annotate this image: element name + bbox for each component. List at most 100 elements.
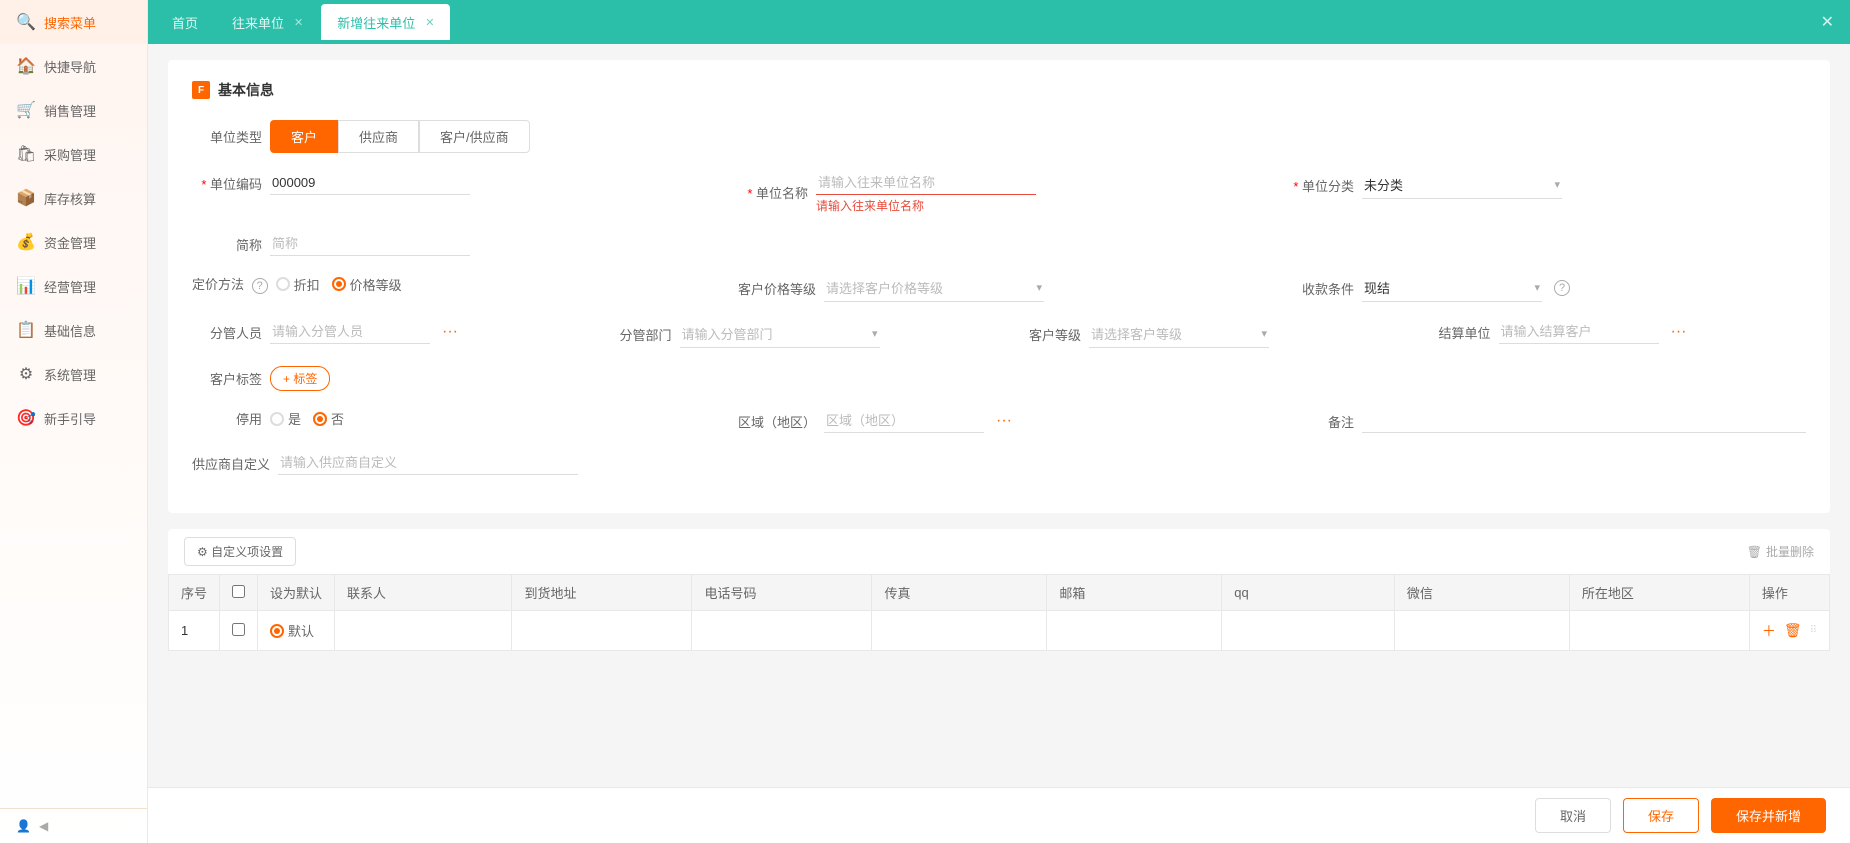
settlement-unit-input[interactable]	[1499, 320, 1659, 344]
department-field: 分管部门 请输入分管部门 ▾	[602, 320, 988, 348]
unit-type-both-btn[interactable]: 客户/供应商	[419, 120, 530, 153]
row-phone[interactable]	[692, 611, 872, 651]
email-input[interactable]	[1059, 619, 1209, 642]
region-input[interactable]	[824, 409, 984, 433]
qq-input[interactable]	[1234, 619, 1382, 642]
unit-code-input[interactable]	[270, 171, 470, 195]
sidebar-item-system[interactable]: ⚙ 系统管理	[0, 352, 147, 396]
select-all-checkbox[interactable]	[232, 585, 245, 598]
department-select[interactable]: 请输入分管部门 ▾	[680, 320, 880, 348]
row-drag-handle[interactable]: ⠿	[1810, 625, 1817, 636]
region-dots-btn[interactable]: ···	[992, 412, 1016, 430]
sidebar-item-search[interactable]: 🔍 搜索菜单	[0, 0, 147, 44]
unit-type-supplier-btn[interactable]: 供应商	[338, 120, 419, 153]
unit-name-error: 请输入往来单位名称	[816, 197, 1260, 214]
sidebar-bottom: 👤 ◀	[0, 808, 147, 843]
remarks-input[interactable]	[1362, 409, 1806, 433]
col-delivery: 到货地址	[512, 575, 692, 611]
sidebar-item-operations[interactable]: 📊 经营管理	[0, 264, 147, 308]
sidebar-item-quick-nav[interactable]: 🏠 快捷导航	[0, 44, 147, 88]
delivery-input[interactable]	[524, 619, 679, 642]
unit-name-input[interactable]	[816, 171, 1036, 195]
disable-label: 停用	[192, 409, 262, 428]
pricing-radio-group: 折扣 价格等级	[276, 275, 402, 294]
contact-table-section: ⚙ 自定义项设置 🗑 批量删除 序号 设为默认 联系人 到货地址 电话号码 传真	[168, 529, 1830, 651]
unit-category-field: 单位分类 未分类 ▾	[1284, 171, 1806, 199]
row-delete-btn[interactable]: 🗑	[1784, 622, 1802, 639]
row-default-radio[interactable]: 默认	[270, 621, 322, 640]
custom-settings-btn[interactable]: ⚙ 自定义项设置	[184, 537, 296, 566]
pricing-discount-option[interactable]: 折扣	[276, 275, 320, 294]
col-fax: 传真	[872, 575, 1047, 611]
pricing-row: 定价方法 ? 折扣 价格等级 客户	[192, 274, 1806, 302]
contact-table: 序号 设为默认 联系人 到货地址 电话号码 传真 邮箱 qq 微信 所在地区 操…	[168, 574, 1830, 651]
manager-dots-btn[interactable]: ···	[438, 323, 462, 341]
col-checkbox[interactable]	[220, 575, 258, 611]
unit-category-value: 未分类	[1364, 175, 1403, 194]
short-name-input[interactable]	[270, 232, 470, 256]
row-wechat[interactable]	[1394, 611, 1569, 651]
sidebar-item-basic-info[interactable]: 📋 基础信息	[0, 308, 147, 352]
save-add-button[interactable]: 保存并新增	[1711, 798, 1826, 833]
tab-new-partner[interactable]: 新增往来单位 ✕	[321, 4, 450, 40]
customer-level-select[interactable]: 请选择客户等级 ▾	[1089, 320, 1269, 348]
short-name-row: 简称	[192, 232, 1806, 256]
settlement-dots-btn[interactable]: ···	[1667, 323, 1691, 341]
pricing-help-icon[interactable]: ?	[252, 278, 268, 294]
contact-input[interactable]	[347, 619, 499, 642]
cancel-button[interactable]: 取消	[1535, 798, 1611, 833]
disable-yes-option[interactable]: 是	[270, 409, 301, 428]
manager-input[interactable]	[270, 320, 430, 344]
operations-icon: 📊	[16, 276, 36, 296]
unit-category-select[interactable]: 未分类 ▾	[1362, 171, 1562, 199]
payment-terms-help-icon[interactable]: ?	[1554, 280, 1570, 296]
col-area: 所在地区	[1569, 575, 1749, 611]
region-field: 区域（地区） ···	[738, 409, 1260, 433]
row-email[interactable]	[1047, 611, 1222, 651]
area-input[interactable]	[1582, 619, 1737, 642]
row-add-btn[interactable]: ＋	[1762, 621, 1776, 641]
tab-bar-close-btn[interactable]: ✕	[1813, 8, 1842, 36]
row-area[interactable]	[1569, 611, 1749, 651]
unit-type-row: 单位类型 客户 供应商 客户/供应商	[192, 120, 1806, 153]
batch-delete-btn[interactable]: 🗑 批量删除	[1747, 543, 1814, 560]
sidebar-item-guide[interactable]: 🎯 新手引导	[0, 396, 147, 440]
payment-terms-select[interactable]: 现结 ▾	[1362, 274, 1542, 302]
sidebar-expand-icon: ◀	[39, 819, 48, 833]
sidebar-item-finance[interactable]: 💰 资金管理	[0, 220, 147, 264]
customer-level-label: 客户等级	[1011, 325, 1081, 344]
row-contact[interactable]	[335, 611, 512, 651]
sidebar-item-purchase[interactable]: 🛍 采购管理	[0, 132, 147, 176]
tab-home[interactable]: 首页	[156, 4, 214, 40]
supplier-custom-row: 供应商自定义	[192, 451, 1806, 475]
row-qq[interactable]	[1222, 611, 1395, 651]
pricing-level-option[interactable]: 价格等级	[332, 275, 402, 294]
department-label: 分管部门	[602, 325, 672, 344]
pricing-method-field: 定价方法 ? 折扣 价格等级	[192, 274, 714, 294]
row-seq: 1	[169, 611, 220, 651]
supplier-custom-input[interactable]	[278, 451, 578, 475]
customer-price-level-select[interactable]: 请选择客户价格等级 ▾	[824, 274, 1044, 302]
section-title-icon: F	[192, 81, 210, 99]
wechat-input[interactable]	[1407, 619, 1557, 642]
chevron-down-icon4: ▾	[872, 327, 878, 340]
save-button[interactable]: 保存	[1623, 798, 1699, 833]
col-qq: qq	[1222, 575, 1395, 611]
sidebar-item-inventory[interactable]: 📦 库存核算	[0, 176, 147, 220]
disable-no-option[interactable]: 否	[313, 409, 344, 428]
row-checkbox[interactable]	[220, 611, 258, 651]
add-tag-btn[interactable]: + 标签	[270, 366, 330, 391]
phone-input[interactable]	[704, 619, 859, 642]
basic-info-card: F 基本信息 单位类型 客户 供应商 客户/供应商 单位编码	[168, 60, 1830, 513]
fax-input[interactable]	[884, 619, 1034, 642]
sidebar-item-sales[interactable]: 🛒 销售管理	[0, 88, 147, 132]
tab-partners[interactable]: 往来单位 ✕	[216, 4, 319, 40]
row-delivery[interactable]	[512, 611, 692, 651]
tab-partners-close[interactable]: ✕	[294, 16, 303, 29]
unit-type-group: 客户 供应商 客户/供应商	[270, 120, 530, 153]
row-fax[interactable]	[872, 611, 1047, 651]
tab-new-partner-close[interactable]: ✕	[425, 16, 434, 29]
unit-type-customer-btn[interactable]: 客户	[270, 120, 338, 153]
row-checkbox-input[interactable]	[232, 623, 245, 636]
section-title: F 基本信息	[192, 80, 1806, 100]
